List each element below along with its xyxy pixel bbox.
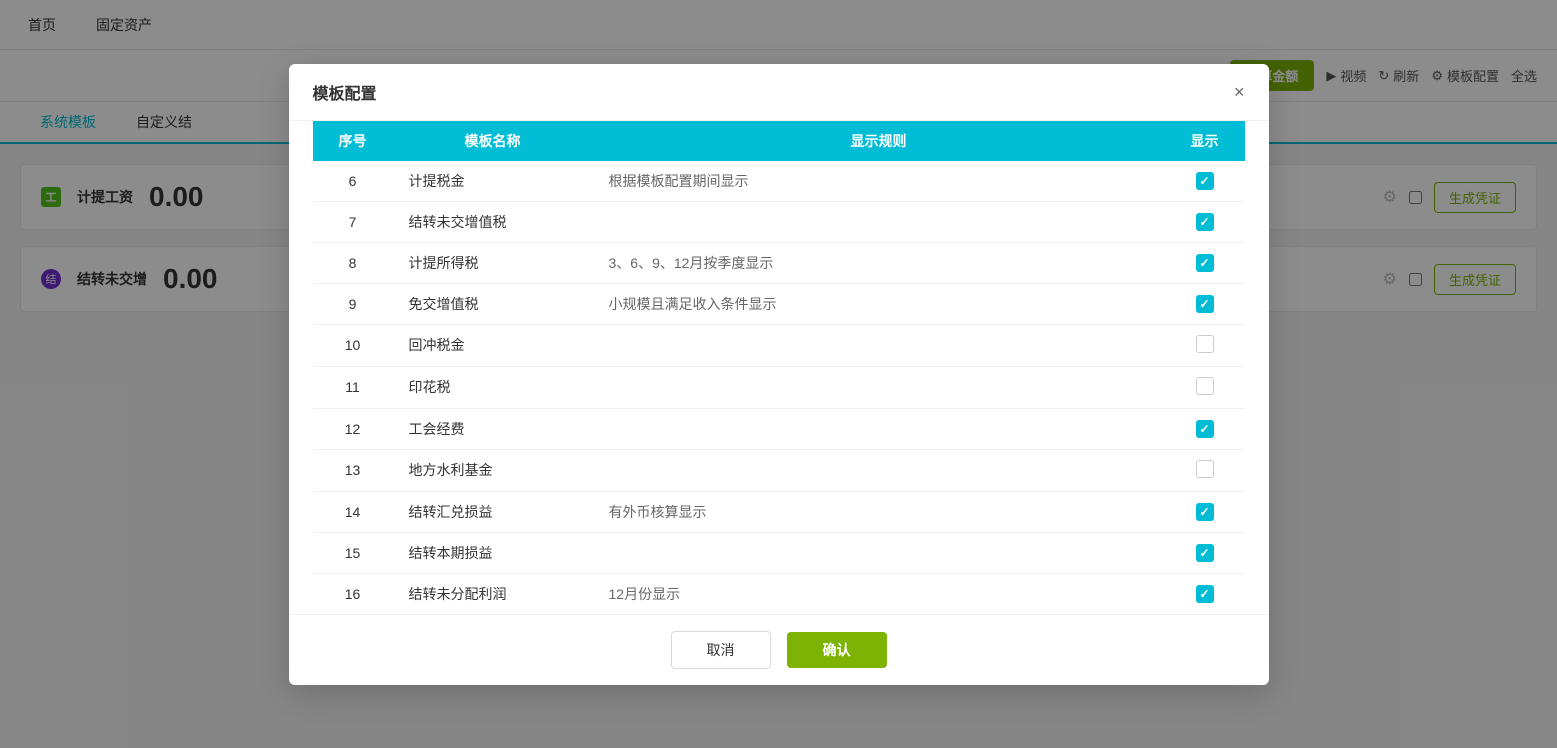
checkbox-checked[interactable] — [1196, 544, 1214, 562]
table-row: 14结转汇兑损益有外币核算显示 — [313, 491, 1245, 532]
cell-index: 8 — [313, 242, 393, 283]
confirm-button[interactable]: 确认 — [787, 632, 887, 668]
modal-body[interactable]: 序号 模板名称 显示规则 显示 6计提税金根据模板配置期间显示7结转未交增值税8… — [289, 121, 1269, 614]
cell-rule: 3、6、9、12月按季度显示 — [593, 242, 1165, 283]
cancel-button[interactable]: 取消 — [671, 631, 771, 669]
cell-index: 7 — [313, 201, 393, 242]
checkbox-checked[interactable] — [1196, 585, 1214, 603]
table-row: 16结转未分配利润12月份显示 — [313, 573, 1245, 614]
modal-overlay: 模板配置 × 序号 模板名称 显示规则 显示 6计提税金根据模板配置期间显示7结… — [0, 0, 1557, 748]
modal-header: 模板配置 × — [289, 64, 1269, 121]
table-row: 6计提税金根据模板配置期间显示 — [313, 161, 1245, 202]
cell-rule — [593, 201, 1165, 242]
cell-rule — [593, 449, 1165, 491]
cell-name: 工会经费 — [393, 408, 593, 449]
cell-checkbox[interactable] — [1165, 449, 1245, 491]
checkbox-unchecked[interactable] — [1196, 460, 1214, 478]
table-row: 15结转本期损益 — [313, 532, 1245, 573]
cell-index: 15 — [313, 532, 393, 573]
cell-index: 12 — [313, 408, 393, 449]
col-header-index: 序号 — [313, 121, 393, 161]
cell-index: 13 — [313, 449, 393, 491]
cell-rule: 有外币核算显示 — [593, 491, 1165, 532]
cell-name: 结转未交增值税 — [393, 201, 593, 242]
cell-rule — [593, 366, 1165, 408]
table-header: 序号 模板名称 显示规则 显示 — [313, 121, 1245, 161]
cell-index: 11 — [313, 366, 393, 408]
cell-name: 回冲税金 — [393, 324, 593, 366]
cell-rule — [593, 324, 1165, 366]
cell-index: 14 — [313, 491, 393, 532]
table-row: 10回冲税金 — [313, 324, 1245, 366]
cell-index: 16 — [313, 573, 393, 614]
cell-checkbox[interactable] — [1165, 324, 1245, 366]
cell-index: 9 — [313, 283, 393, 324]
cell-name: 结转汇兑损益 — [393, 491, 593, 532]
cell-index: 6 — [313, 161, 393, 202]
cell-checkbox[interactable] — [1165, 366, 1245, 408]
cell-rule — [593, 408, 1165, 449]
cell-name: 免交增值税 — [393, 283, 593, 324]
cell-checkbox[interactable] — [1165, 161, 1245, 202]
cell-checkbox[interactable] — [1165, 573, 1245, 614]
col-header-name: 模板名称 — [393, 121, 593, 161]
cell-checkbox[interactable] — [1165, 408, 1245, 449]
checkbox-checked[interactable] — [1196, 295, 1214, 313]
cell-checkbox[interactable] — [1165, 532, 1245, 573]
cell-name: 结转未分配利润 — [393, 573, 593, 614]
checkbox-checked[interactable] — [1196, 172, 1214, 190]
modal-footer: 取消 确认 — [289, 614, 1269, 685]
cell-checkbox[interactable] — [1165, 283, 1245, 324]
modal-close-button[interactable]: × — [1234, 83, 1245, 101]
cell-name: 计提税金 — [393, 161, 593, 202]
col-header-display: 显示 — [1165, 121, 1245, 161]
col-header-rule: 显示规则 — [593, 121, 1165, 161]
config-table: 序号 模板名称 显示规则 显示 6计提税金根据模板配置期间显示7结转未交增值税8… — [313, 121, 1245, 614]
cell-name: 印花税 — [393, 366, 593, 408]
cell-rule: 根据模板配置期间显示 — [593, 161, 1165, 202]
cell-name: 结转本期损益 — [393, 532, 593, 573]
table-row: 8计提所得税3、6、9、12月按季度显示 — [313, 242, 1245, 283]
checkbox-unchecked[interactable] — [1196, 335, 1214, 353]
cell-rule — [593, 532, 1165, 573]
modal-title: 模板配置 — [313, 80, 377, 104]
table-body: 6计提税金根据模板配置期间显示7结转未交增值税8计提所得税3、6、9、12月按季… — [313, 161, 1245, 614]
cell-name: 计提所得税 — [393, 242, 593, 283]
cell-checkbox[interactable] — [1165, 242, 1245, 283]
table-row: 13地方水利基金 — [313, 449, 1245, 491]
cell-name: 地方水利基金 — [393, 449, 593, 491]
checkbox-checked[interactable] — [1196, 213, 1214, 231]
checkbox-checked[interactable] — [1196, 503, 1214, 521]
cell-rule: 12月份显示 — [593, 573, 1165, 614]
cell-index: 10 — [313, 324, 393, 366]
checkbox-checked[interactable] — [1196, 420, 1214, 438]
cell-checkbox[interactable] — [1165, 201, 1245, 242]
checkbox-unchecked[interactable] — [1196, 377, 1214, 395]
checkbox-checked[interactable] — [1196, 254, 1214, 272]
cell-checkbox[interactable] — [1165, 491, 1245, 532]
cell-rule: 小规模且满足收入条件显示 — [593, 283, 1165, 324]
modal-template-config: 模板配置 × 序号 模板名称 显示规则 显示 6计提税金根据模板配置期间显示7结… — [289, 64, 1269, 685]
table-row: 9免交增值税小规模且满足收入条件显示 — [313, 283, 1245, 324]
table-row: 11印花税 — [313, 366, 1245, 408]
table-row: 12工会经费 — [313, 408, 1245, 449]
table-row: 7结转未交增值税 — [313, 201, 1245, 242]
